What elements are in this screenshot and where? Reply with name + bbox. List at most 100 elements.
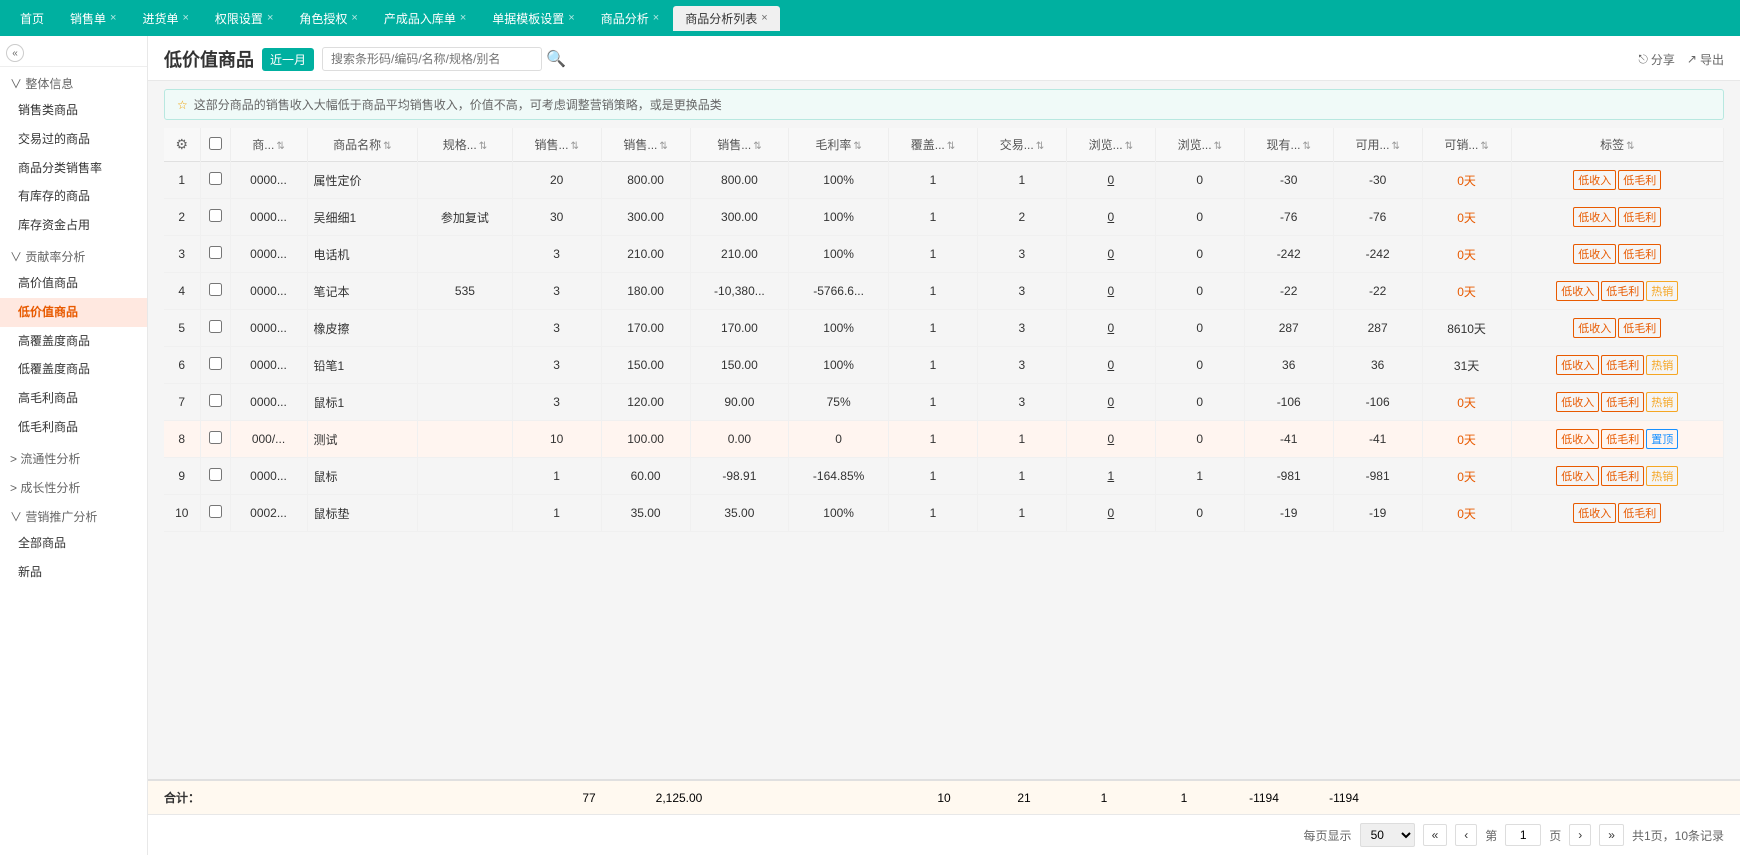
cell-trade: 3 — [977, 273, 1066, 310]
col-name[interactable]: 商品名称⇅ — [307, 128, 418, 162]
nav-close-icon[interactable]: × — [653, 12, 659, 24]
nav-close-icon[interactable]: × — [460, 12, 466, 24]
cell-checkbox[interactable] — [200, 273, 230, 310]
nav-product-analysis[interactable]: 商品分析 × — [589, 6, 671, 31]
sidebar-item-stock-products[interactable]: 有库存的商品 — [0, 182, 147, 211]
row-checkbox[interactable] — [209, 505, 222, 518]
cell-spec — [418, 310, 513, 347]
browse-link[interactable]: 0 — [1107, 432, 1114, 446]
cell-checkbox[interactable] — [200, 236, 230, 273]
row-checkbox[interactable] — [209, 209, 222, 222]
last-page-button[interactable]: » — [1599, 824, 1624, 846]
nav-product-analysis-list[interactable]: 商品分析列表 × — [673, 6, 779, 31]
browse-link[interactable]: 0 — [1107, 358, 1114, 372]
sidebar-item-sales-products[interactable]: 销售类商品 — [0, 96, 147, 125]
sidebar-item-high-margin[interactable]: 高毛利商品 — [0, 384, 147, 413]
first-page-button[interactable]: « — [1423, 824, 1448, 846]
col-available[interactable]: 可用...⇅ — [1333, 128, 1422, 162]
col-coverage[interactable]: 覆盖...⇅ — [888, 128, 977, 162]
cell-checkbox[interactable] — [200, 495, 230, 532]
sidebar-group-circulation[interactable]: > 流通性分析 — [0, 442, 147, 471]
share-button[interactable]: ⎋ 分享 — [1638, 51, 1675, 68]
search-icon[interactable]: 🔍 — [546, 49, 566, 69]
nav-role-auth[interactable]: 角色授权 × — [287, 6, 369, 31]
cell-sellable: 0天 — [1422, 273, 1511, 310]
cell-no: 7 — [164, 384, 200, 421]
col-trade[interactable]: 交易...⇅ — [977, 128, 1066, 162]
row-checkbox[interactable] — [209, 357, 222, 370]
sidebar-item-low-coverage[interactable]: 低覆盖度商品 — [0, 355, 147, 384]
cell-checkbox[interactable] — [200, 421, 230, 458]
prev-page-button[interactable]: ‹ — [1455, 824, 1477, 846]
row-checkbox[interactable] — [209, 394, 222, 407]
browse-link[interactable]: 0 — [1107, 210, 1114, 224]
nav-close-icon[interactable]: × — [761, 12, 767, 24]
nav-close-icon[interactable]: × — [110, 12, 116, 24]
col-current-stock[interactable]: 现有...⇅ — [1244, 128, 1333, 162]
col-settings[interactable]: ⚙ — [164, 128, 200, 162]
sidebar-item-low-margin[interactable]: 低毛利商品 — [0, 413, 147, 442]
col-browse1[interactable]: 浏览...⇅ — [1066, 128, 1155, 162]
cell-coverage: 1 — [888, 199, 977, 236]
sidebar-item-stock-value[interactable]: 库存资金占用 — [0, 211, 147, 240]
page-number-input[interactable] — [1505, 824, 1541, 846]
col-gross-margin[interactable]: 毛利率⇅ — [789, 128, 889, 162]
cell-checkbox[interactable] — [200, 310, 230, 347]
sidebar-item-low-value[interactable]: 低价值商品 — [0, 298, 147, 327]
nav-permission-settings[interactable]: 权限设置 × — [203, 6, 285, 31]
settings-icon[interactable]: ⚙ — [175, 136, 188, 152]
cell-browse1: 0 — [1066, 384, 1155, 421]
col-label[interactable]: 标签⇅ — [1511, 128, 1723, 162]
cell-checkbox[interactable] — [200, 199, 230, 236]
nav-close-icon[interactable]: × — [568, 12, 574, 24]
nav-close-icon[interactable]: × — [351, 12, 357, 24]
sidebar-item-traded-products[interactable]: 交易过的商品 — [0, 125, 147, 154]
col-sales-qty[interactable]: 销售...⇅ — [512, 128, 601, 162]
row-checkbox[interactable] — [209, 320, 222, 333]
sidebar-item-high-value[interactable]: 高价值商品 — [0, 269, 147, 298]
sidebar-collapse-button[interactable]: « — [6, 44, 24, 62]
row-checkbox[interactable] — [209, 246, 222, 259]
col-sellable[interactable]: 可销...⇅ — [1422, 128, 1511, 162]
nav-close-icon[interactable]: × — [267, 12, 273, 24]
sidebar-item-high-coverage[interactable]: 高覆盖度商品 — [0, 327, 147, 356]
cell-checkbox[interactable] — [200, 384, 230, 421]
nav-template-settings[interactable]: 单据模板设置 × — [480, 6, 586, 31]
row-checkbox[interactable] — [209, 468, 222, 481]
sidebar-item-category-sales[interactable]: 商品分类销售率 — [0, 154, 147, 183]
row-checkbox[interactable] — [209, 172, 222, 185]
cell-checkbox[interactable] — [200, 162, 230, 199]
row-checkbox[interactable] — [209, 431, 222, 444]
col-sales-price[interactable]: 销售...⇅ — [601, 128, 690, 162]
col-sales-cost[interactable]: 销售...⇅ — [690, 128, 789, 162]
browse-link[interactable]: 0 — [1107, 506, 1114, 520]
nav-sales-order[interactable]: 销售单 × — [58, 6, 128, 31]
cell-checkbox[interactable] — [200, 458, 230, 495]
nav-home[interactable]: 首页 — [8, 6, 56, 31]
sidebar-group-growth[interactable]: > 成长性分析 — [0, 471, 147, 500]
export-button[interactable]: ↗ 导出 — [1687, 51, 1724, 68]
browse-link[interactable]: 1 — [1107, 469, 1114, 483]
browse-link[interactable]: 0 — [1107, 173, 1114, 187]
nav-product-warehouse[interactable]: 产成品入库单 × — [372, 6, 478, 31]
nav-close-icon[interactable]: × — [182, 12, 188, 24]
row-checkbox[interactable] — [209, 283, 222, 296]
time-filter-button[interactable]: 近一月 — [262, 48, 314, 71]
sidebar-item-all-products[interactable]: 全部商品 — [0, 529, 147, 558]
browse-link[interactable]: 0 — [1107, 321, 1114, 335]
nav-purchase-order[interactable]: 进货单 × — [130, 6, 200, 31]
browse-link[interactable]: 0 — [1107, 284, 1114, 298]
next-page-button[interactable]: › — [1569, 824, 1591, 846]
select-all-checkbox[interactable] — [209, 137, 222, 150]
browse-link[interactable]: 0 — [1107, 247, 1114, 261]
cell-checkbox[interactable] — [200, 347, 230, 384]
col-browse2[interactable]: 浏览...⇅ — [1155, 128, 1244, 162]
per-page-select[interactable]: 50 100 — [1360, 823, 1415, 847]
col-spec[interactable]: 规格...⇅ — [418, 128, 513, 162]
export-icon: ↗ — [1687, 52, 1697, 66]
cell-browse2: 0 — [1155, 162, 1244, 199]
col-code[interactable]: 商...⇅ — [230, 128, 307, 162]
browse-link[interactable]: 0 — [1107, 395, 1114, 409]
sidebar-item-new-products[interactable]: 新品 — [0, 558, 147, 587]
search-input[interactable] — [322, 47, 542, 71]
